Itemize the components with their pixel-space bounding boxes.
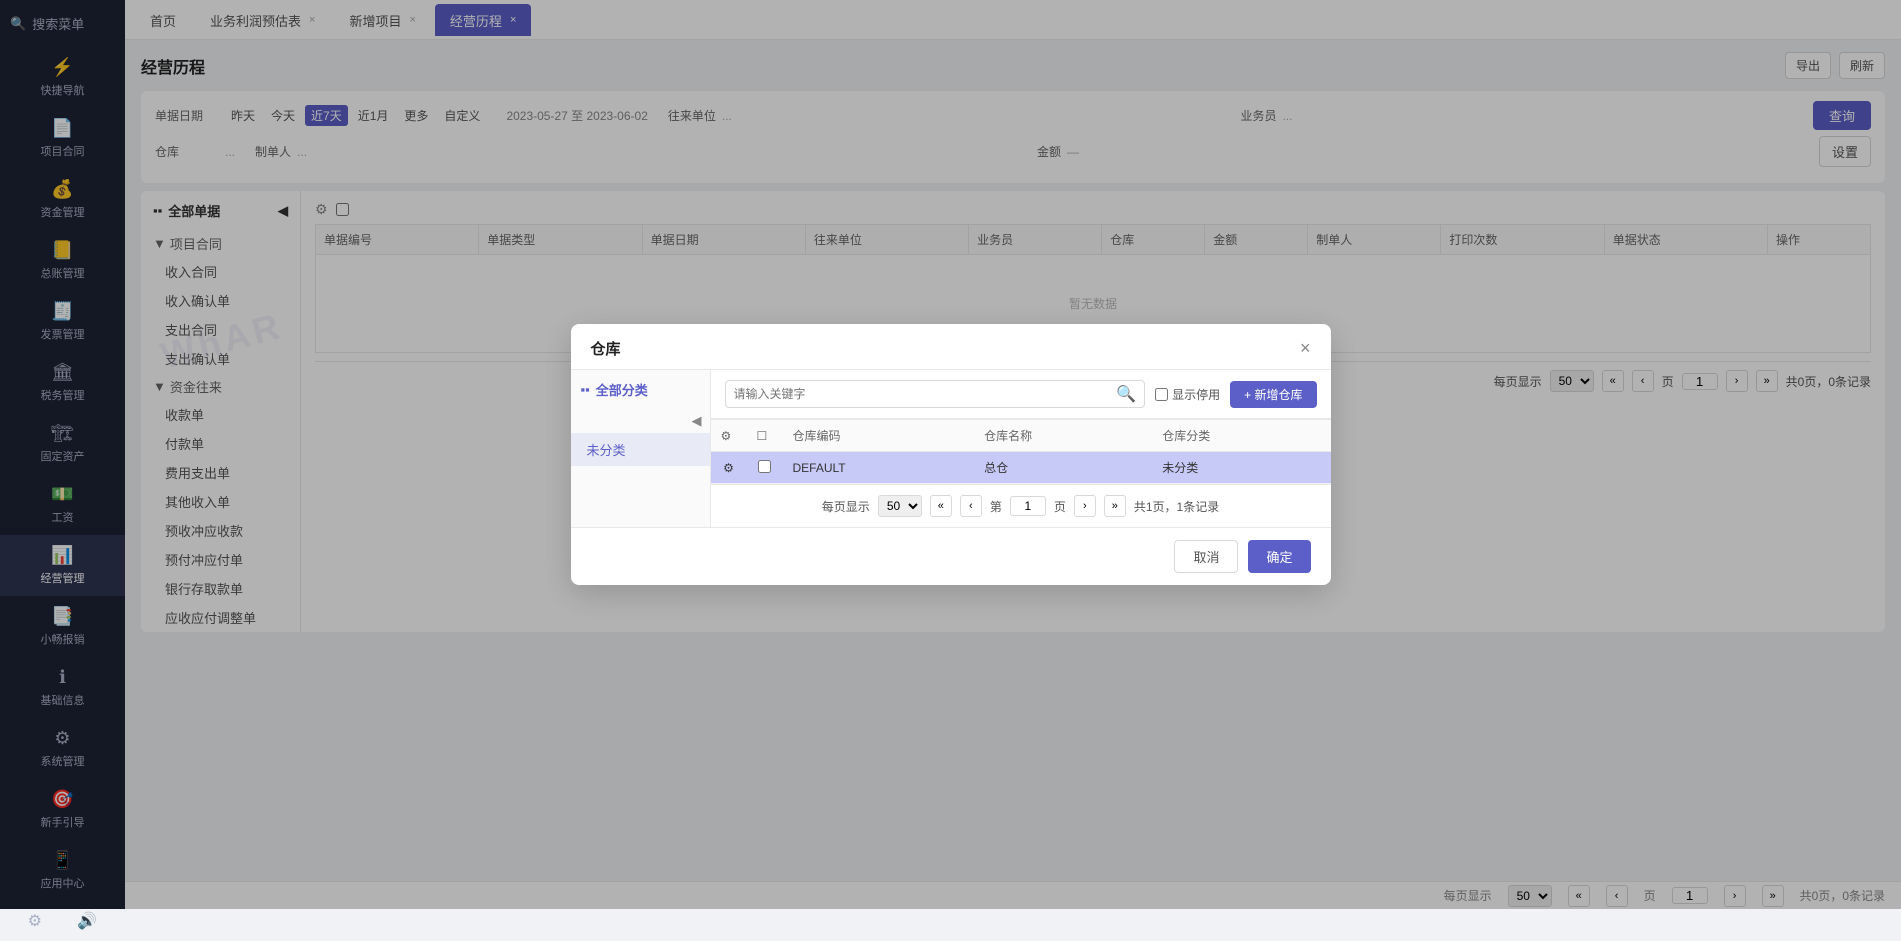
dialog-per-page-label: 每页显示 [822, 498, 870, 515]
show-disabled-checkbox[interactable] [1155, 388, 1168, 401]
cancel-button[interactable]: 取消 [1174, 540, 1238, 573]
th-gear: ⚙ [711, 420, 747, 452]
show-disabled-label[interactable]: 显示停用 [1155, 386, 1220, 403]
th-code: 仓库编码 [783, 420, 975, 452]
dialog-toolbar: 🔍 显示停用 + 新增仓库 [711, 370, 1331, 419]
dialog-close-button[interactable]: × [1300, 338, 1311, 359]
dialog-table-header-row: ⚙ ☐ 仓库编码 仓库名称 仓库分类 [711, 420, 1331, 452]
grid2-icon: ▪▪ [581, 382, 590, 397]
row-gear[interactable]: ⚙ [711, 452, 747, 484]
dialog-last-btn[interactable]: » [1104, 495, 1126, 517]
dialog-table-row[interactable]: ⚙ DEFAULT 总仓 未分类 [711, 452, 1331, 484]
th-checkbox: ☐ [747, 420, 783, 452]
settings-bottom-icon[interactable]: ⚙ [28, 911, 42, 931]
dialog-search-icon: 🔍 [1116, 384, 1136, 404]
th-category: 仓库分类 [1152, 420, 1330, 452]
cat-unclassified-label: 未分类 [587, 443, 626, 458]
cat-unclassified[interactable]: 未分类 [571, 433, 710, 466]
cat-all-header[interactable]: ▪▪ 全部分类 [571, 370, 710, 409]
dialog-per-page-select[interactable]: 50 [878, 495, 922, 517]
row-checkbox[interactable] [747, 452, 783, 484]
row-code: DEFAULT [783, 452, 975, 484]
dialog-first-btn[interactable]: « [930, 495, 952, 517]
cat-collapse-icon[interactable]: ◀ [692, 413, 702, 429]
warehouse-dialog: 仓库 × ▪▪ 全部分类 ◀ 未分类 [571, 324, 1331, 585]
add-warehouse-button[interactable]: + 新增仓库 [1230, 381, 1316, 408]
dialog-page-label: 页 [1054, 498, 1066, 515]
dialog-page-prefix: 第 [990, 498, 1002, 515]
speaker-bottom-icon[interactable]: 🔊 [77, 911, 97, 931]
dialog-total-label: 共1页，1条记录 [1134, 498, 1219, 515]
row-category: 未分类 [1152, 452, 1330, 484]
show-disabled-text: 显示停用 [1172, 386, 1220, 403]
dialog-footer: 取消 确定 [571, 527, 1331, 585]
dialog-table-scroll: ⚙ ☐ 仓库编码 仓库名称 仓库分类 ⚙ DEFAULT 总仓 未分类 [711, 419, 1331, 484]
dialog-page-input[interactable] [1010, 496, 1046, 516]
dialog-title: 仓库 [591, 338, 621, 359]
cat-all-label: 全部分类 [596, 380, 648, 399]
dialog-overlay: 仓库 × ▪▪ 全部分类 ◀ 未分类 [0, 0, 1901, 909]
dialog-search-wrap[interactable]: 🔍 [725, 380, 1146, 408]
table-panel: 🔍 显示停用 + 新增仓库 ⚙ ☐ 仓库编码 [711, 370, 1331, 527]
row-name: 总仓 [974, 452, 1152, 484]
dialog-prev-btn[interactable]: ‹ [960, 495, 982, 517]
th-name: 仓库名称 [974, 420, 1152, 452]
category-panel: ▪▪ 全部分类 ◀ 未分类 [571, 370, 711, 527]
dialog-next-btn[interactable]: › [1074, 495, 1096, 517]
dialog-search-input[interactable] [734, 387, 1111, 401]
dialog-header: 仓库 × [571, 324, 1331, 370]
confirm-button[interactable]: 确定 [1248, 540, 1310, 573]
dialog-body: ▪▪ 全部分类 ◀ 未分类 🔍 [571, 370, 1331, 527]
dialog-table: ⚙ ☐ 仓库编码 仓库名称 仓库分类 ⚙ DEFAULT 总仓 未分类 [711, 419, 1331, 484]
dialog-pagination: 每页显示 50 « ‹ 第 页 › » 共1页，1条记录 [711, 484, 1331, 527]
